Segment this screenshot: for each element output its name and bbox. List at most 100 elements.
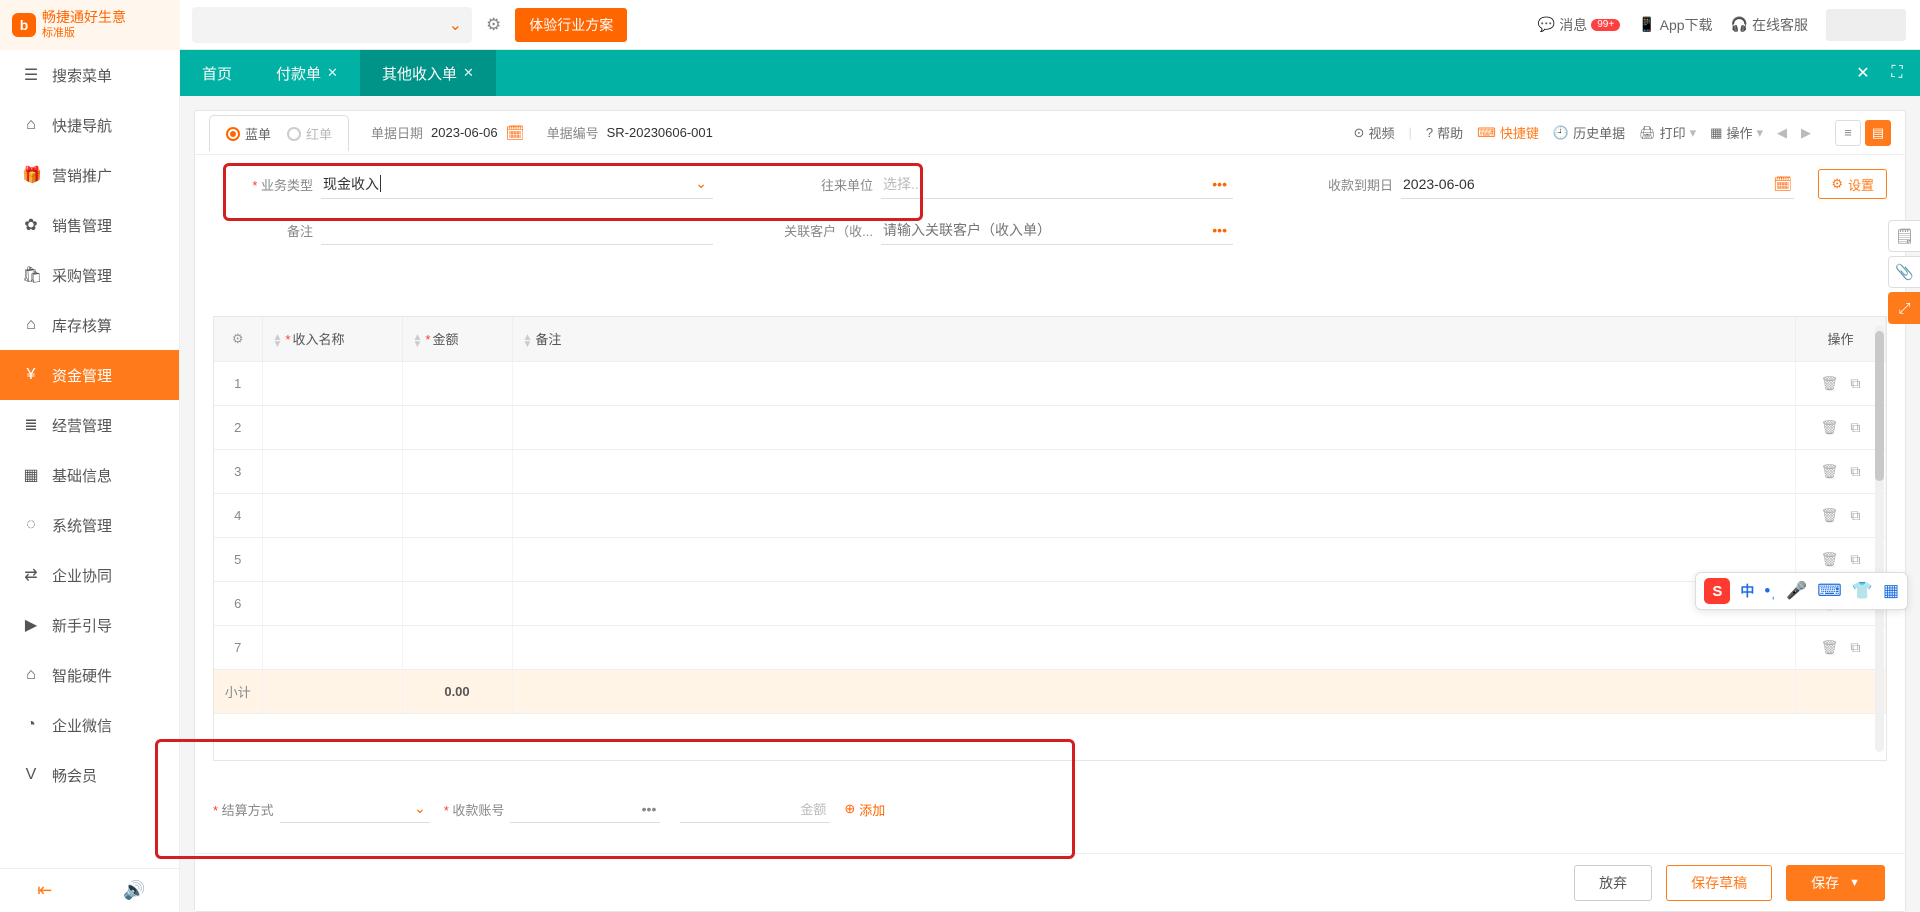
table-row[interactable]: 2🗑⧉ (214, 405, 1886, 449)
due-date-input[interactable]: 2023-06-06 🗓 (1401, 169, 1794, 199)
ime-toolbar[interactable]: S 中 •ˌ 🎤 ⌨ 👕 ▦ (1695, 572, 1908, 610)
app-download-link[interactable]: 📱 App下载 (1638, 15, 1712, 35)
sidebar-item-1[interactable]: ⌂快捷导航 (0, 100, 179, 150)
gear-icon[interactable]: ⚙ (232, 331, 244, 346)
delete-row-icon[interactable]: 🗑 (1821, 507, 1839, 524)
menu-label: 搜索菜单 (52, 65, 112, 86)
sidebar-item-5[interactable]: ⌂库存核算 (0, 300, 179, 350)
biz-type-select[interactable]: 现金收入 ⌄ (321, 169, 713, 199)
table-row[interactable]: 6🗑⧉ (214, 581, 1886, 625)
sidebar-item-0[interactable]: ☰搜索菜单 (0, 50, 179, 100)
table-row[interactable]: 3🗑⧉ (214, 449, 1886, 493)
add-settlement-button[interactable]: ⊕添加 (844, 800, 885, 819)
radio-blue[interactable]: 蓝单 (226, 124, 271, 143)
sidebar-item-8[interactable]: ▦基础信息 (0, 450, 179, 500)
ime-punct-icon[interactable]: •ˌ (1764, 581, 1776, 601)
tool-video[interactable]: ⊙视频 (1354, 123, 1395, 142)
float-attach-icon[interactable]: 📎 (1888, 256, 1920, 288)
tool-ops[interactable]: ▦操作 ▾ (1710, 123, 1763, 142)
menu-label: 经营管理 (52, 415, 112, 436)
view-list[interactable]: ≡ (1835, 120, 1861, 146)
close-icon[interactable]: ✕ (463, 65, 474, 81)
discard-button[interactable]: 放弃 (1574, 865, 1652, 901)
delete-row-icon[interactable]: 🗑 (1821, 639, 1839, 656)
tool-help[interactable]: ?帮助 (1426, 123, 1463, 142)
brand-logo[interactable]: b 畅捷通好生意 标准版 (0, 0, 180, 50)
save-button[interactable]: 保存▼ (1786, 865, 1885, 901)
sidebar-collapse-left[interactable]: ⇤ (0, 880, 90, 901)
sidebar-item-10[interactable]: ⇄企业协同 (0, 550, 179, 600)
messages-link[interactable]: 💬 消息 99+ (1538, 15, 1620, 35)
tab-1[interactable]: 付款单✕ (254, 50, 360, 96)
support-link[interactable]: 🎧 在线客服 (1731, 15, 1808, 35)
sidebar-item-6[interactable]: ¥资金管理 (0, 350, 179, 400)
prev-record-icon[interactable]: ◀ (1777, 125, 1787, 141)
sort-icon[interactable]: ▲▼ (523, 334, 533, 348)
delete-row-icon[interactable]: 🗑 (1821, 375, 1839, 392)
sidebar-item-9[interactable]: ◌系统管理 (0, 500, 179, 550)
view-form[interactable]: ▤ (1865, 120, 1891, 146)
gear-icon[interactable]: ⚙ (486, 15, 501, 35)
scrollbar-thumb[interactable] (1875, 331, 1884, 481)
ime-toolbox-icon[interactable]: ▦ (1883, 581, 1899, 601)
ime-skin-icon[interactable]: 👕 (1852, 581, 1873, 601)
radio-red[interactable]: 红单 (287, 124, 332, 143)
sort-icon[interactable]: ▲▼ (273, 334, 283, 348)
relcust-input[interactable]: ••• (881, 215, 1233, 245)
settings-button[interactable]: ⚙设置 (1818, 169, 1887, 199)
ime-lang[interactable]: 中 (1740, 581, 1754, 601)
copy-row-icon[interactable]: ⧉ (1850, 551, 1860, 568)
table-scrollbar[interactable] (1875, 325, 1884, 752)
sidebar-item-11[interactable]: ▶新手引导 (0, 600, 179, 650)
table-row[interactable]: 7🗑⧉ (214, 625, 1886, 669)
company-selector[interactable]: ⌄ (192, 7, 472, 43)
tab-2[interactable]: 其他收入单✕ (360, 50, 496, 96)
table-row[interactable]: 4🗑⧉ (214, 493, 1886, 537)
sidebar-item-13[interactable]: ◔企业微信 (0, 700, 179, 750)
table-row[interactable]: 5🗑⧉ (214, 537, 1886, 581)
brand-icon: b (12, 13, 36, 37)
save-draft-button[interactable]: 保存草稿 (1666, 865, 1772, 901)
delete-row-icon[interactable]: 🗑 (1821, 463, 1839, 480)
sidebar-item-4[interactable]: 🛍采购管理 (0, 250, 179, 300)
user-avatar[interactable] (1826, 9, 1906, 41)
settle-account-select[interactable]: ••• (510, 795, 660, 823)
tool-shortcut[interactable]: ⌨快捷键 (1477, 123, 1539, 142)
float-note-icon[interactable]: 🗒 (1888, 220, 1920, 252)
party-select[interactable]: 选择... ••• (881, 169, 1233, 199)
sidebar-sound-icon[interactable]: 🔊 (90, 880, 180, 901)
tool-history[interactable]: 🕘历史单据 (1553, 123, 1625, 142)
sidebar-item-7[interactable]: ≣ 经营管理 (0, 400, 179, 450)
settle-amount-input[interactable]: 金额 (680, 795, 830, 823)
delete-row-icon[interactable]: 🗑 (1821, 551, 1839, 568)
float-expand-icon[interactable]: ⤢ (1888, 292, 1920, 324)
next-record-icon[interactable]: ▶ (1801, 125, 1811, 141)
tab-0[interactable]: 首页 (180, 50, 254, 96)
sidebar-item-14[interactable]: V畅会员 (0, 750, 179, 800)
panel-footer: 放弃 保存草稿 保存▼ (195, 853, 1905, 911)
copy-row-icon[interactable]: ⧉ (1850, 507, 1860, 524)
sidebar-item-12[interactable]: ⌂智能硬件 (0, 650, 179, 700)
sidebar-item-2[interactable]: 🎁营销推广 (0, 150, 179, 200)
tool-print[interactable]: 🖨打印 ▾ (1639, 123, 1696, 142)
sidebar-item-3[interactable]: ✿销售管理 (0, 200, 179, 250)
copy-row-icon[interactable]: ⧉ (1850, 419, 1860, 436)
copy-row-icon[interactable]: ⧉ (1850, 463, 1860, 480)
radio-dot-off-icon (287, 127, 301, 141)
close-icon[interactable]: ✕ (327, 65, 338, 81)
ime-keyboard-icon[interactable]: ⌨ (1817, 581, 1842, 601)
ime-mic-icon[interactable]: 🎤 (1786, 581, 1807, 601)
doc-date-value[interactable]: 2023-06-06 (431, 125, 498, 140)
copy-row-icon[interactable]: ⧉ (1850, 639, 1860, 656)
copy-row-icon[interactable]: ⧉ (1850, 375, 1860, 392)
settle-method-select[interactable]: ⌄ (280, 795, 430, 823)
sort-icon[interactable]: ▲▼ (413, 334, 423, 348)
menu-icon: ≣ (22, 415, 40, 435)
tab-fullscreen[interactable]: ⛶ (1884, 60, 1910, 86)
table-row[interactable]: 1🗑⧉ (214, 361, 1886, 405)
delete-row-icon[interactable]: 🗑 (1821, 419, 1839, 436)
calendar-icon[interactable]: 🗓 (506, 124, 525, 142)
remark-input[interactable] (321, 215, 713, 245)
trial-button[interactable]: 体验行业方案 (515, 8, 627, 42)
tab-close-all[interactable]: ✕ (1850, 60, 1876, 86)
